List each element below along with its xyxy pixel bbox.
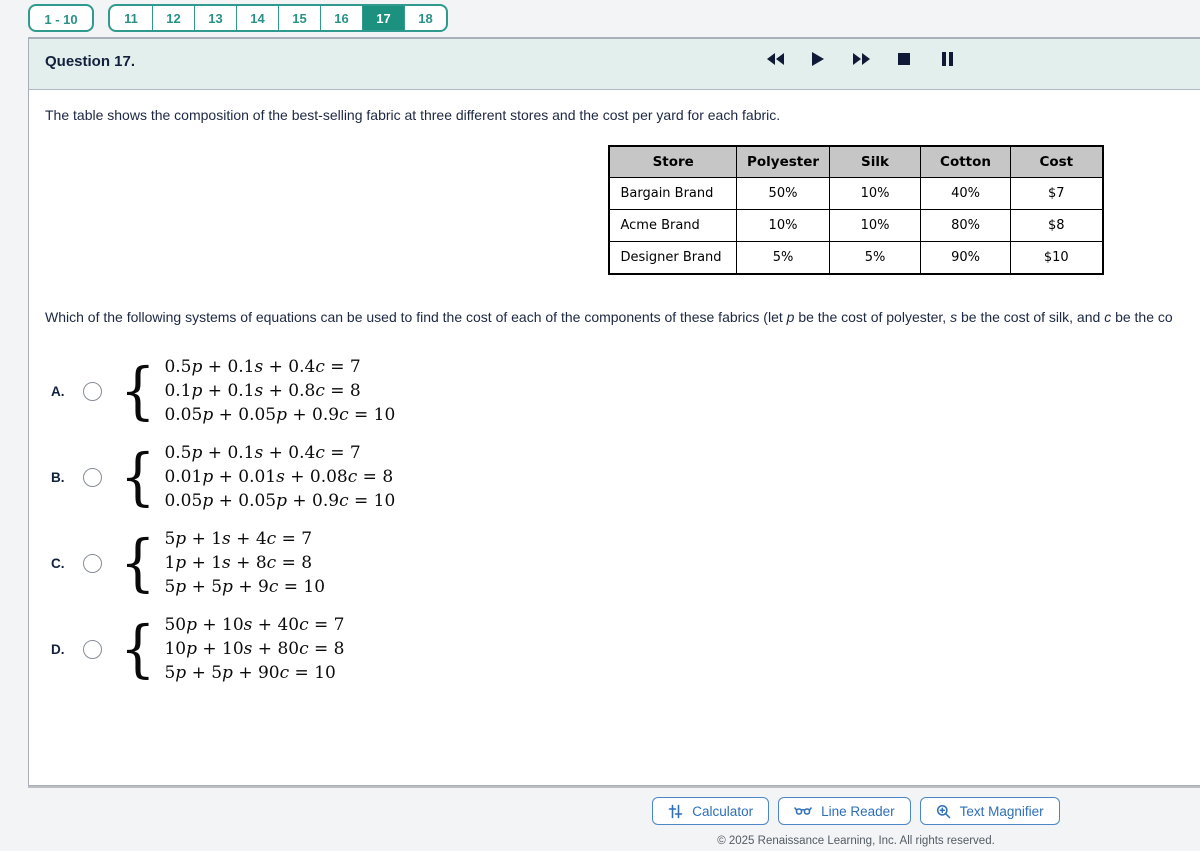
- table-row: Acme Brand 10% 10% 80% $8: [608, 209, 1104, 242]
- equation: 10p + 10s + 80c = 8: [164, 639, 345, 659]
- option-label: D.: [51, 641, 65, 657]
- line-reader-icon: [794, 805, 812, 817]
- table-header-row: Store Polyester Silk Cotton Cost: [608, 145, 1104, 178]
- tab-12[interactable]: 12: [152, 6, 194, 30]
- question-intro-text: The table shows the composition of the b…: [45, 107, 781, 123]
- tab-16[interactable]: 16: [320, 6, 362, 30]
- equation-system: { 0.5p + 0.1s + 0.4c = 7 0.01p + 0.01s +…: [118, 441, 395, 513]
- equation-system: { 50p + 10s + 40c = 7 10p + 10s + 80c = …: [118, 613, 345, 685]
- tab-1-10[interactable]: 1 - 10: [28, 4, 94, 32]
- table-cell: 50%: [735, 177, 831, 210]
- fast-forward-icon[interactable]: [852, 51, 870, 67]
- option-b-radio[interactable]: [83, 467, 102, 487]
- option-a-radio[interactable]: [83, 381, 102, 401]
- table-cell: 5%: [829, 241, 922, 275]
- option-label: B.: [51, 469, 65, 485]
- equation: 0.05p + 0.05p + 0.9c = 10: [164, 405, 396, 425]
- table-cell: 5%: [735, 241, 831, 275]
- question-header: Question 17.: [29, 39, 1200, 90]
- calculator-button[interactable]: Calculator: [652, 797, 770, 825]
- footer: Calculator Line Reader Text Magnifier © …: [28, 797, 1200, 847]
- equation: 1p + 1s + 8c = 8: [164, 553, 313, 573]
- question-body: The table shows the composition of the b…: [29, 107, 1200, 685]
- question-nav: 1 - 10 11 12 13 14 15 16 17 18: [28, 4, 448, 32]
- table-cell: $8: [1010, 209, 1104, 242]
- tab-13[interactable]: 13: [194, 6, 236, 30]
- tab-17-selected[interactable]: 17: [362, 6, 404, 30]
- tab-15[interactable]: 15: [278, 6, 320, 30]
- tab-14[interactable]: 14: [236, 6, 278, 30]
- equation: 0.5p + 0.1s + 0.4c = 7: [164, 357, 361, 377]
- table-cell: Acme Brand: [608, 209, 737, 242]
- question-panel: Question 17. The table shows the composi…: [28, 37, 1200, 786]
- question-prompt-text: Which of the following systems of equati…: [45, 309, 1173, 325]
- equation: 0.01p + 0.01s + 0.08c = 8: [164, 467, 394, 487]
- system-brace: {: [119, 526, 156, 599]
- system-brace: {: [119, 612, 156, 685]
- stop-icon[interactable]: [895, 51, 913, 67]
- answer-option-d: D. { 50p + 10s + 40c = 7 10p + 10s + 80c…: [51, 613, 1200, 685]
- calculator-icon: [668, 804, 683, 819]
- table-cell: 80%: [920, 209, 1012, 242]
- rewind-icon[interactable]: [766, 51, 784, 67]
- audio-player-controls: [766, 51, 956, 67]
- calculator-button-label: Calculator: [692, 803, 754, 819]
- system-brace: {: [119, 354, 156, 427]
- answer-option-a: A. { 0.5p + 0.1s + 0.4c = 7 0.1p + 0.1s …: [51, 355, 1200, 427]
- table-cell: $10: [1010, 241, 1104, 275]
- page: 1 - 10 11 12 13 14 15 16 17 18 Question …: [0, 0, 1200, 851]
- line-reader-button-label: Line Reader: [821, 803, 895, 819]
- table-cell: 10%: [735, 209, 831, 242]
- option-d-radio[interactable]: [83, 639, 102, 659]
- answer-option-b: B. { 0.5p + 0.1s + 0.4c = 7 0.01p + 0.01…: [51, 441, 1200, 513]
- pause-icon[interactable]: [938, 51, 956, 67]
- equation: 0.05p + 0.05p + 0.9c = 10: [164, 491, 396, 511]
- table-header-cell: Store: [608, 145, 737, 178]
- equation: 5p + 1s + 4c = 7: [164, 529, 313, 549]
- equation-system: { 5p + 1s + 4c = 7 1p + 1s + 8c = 8 5p +…: [118, 527, 325, 599]
- table-cell: $7: [1010, 177, 1104, 210]
- table-cell: Bargain Brand: [608, 177, 737, 210]
- option-c-radio[interactable]: [83, 553, 102, 573]
- table-cell: 90%: [920, 241, 1012, 275]
- table-cell: Designer Brand: [608, 241, 737, 275]
- equation: 50p + 10s + 40c = 7: [164, 615, 345, 635]
- play-icon[interactable]: [809, 51, 827, 67]
- line-reader-button[interactable]: Line Reader: [778, 797, 911, 825]
- table-cell: 10%: [829, 177, 922, 210]
- accessibility-tools: Calculator Line Reader Text Magnifier: [652, 797, 1060, 825]
- table-header-cell: Polyester: [735, 145, 831, 178]
- equation: 5p + 5p + 90c = 10: [164, 663, 336, 683]
- table-cell: 40%: [920, 177, 1012, 210]
- table-row: Bargain Brand 50% 10% 40% $7: [608, 177, 1104, 210]
- question-title: Question 17.: [45, 53, 136, 70]
- tab-18[interactable]: 18: [404, 6, 446, 30]
- answer-options: A. { 0.5p + 0.1s + 0.4c = 7 0.1p + 0.1s …: [45, 355, 1200, 685]
- copyright-text: © 2025 Renaissance Learning, Inc. All ri…: [717, 835, 995, 847]
- table-row: Designer Brand 5% 5% 90% $10: [608, 241, 1104, 275]
- answer-option-c: C. { 5p + 1s + 4c = 7 1p + 1s + 8c = 8 5…: [51, 527, 1200, 599]
- text-magnifier-icon: [936, 804, 951, 819]
- table-header-cell: Silk: [829, 145, 922, 178]
- option-label: C.: [51, 555, 65, 571]
- fabric-composition-table: Store Polyester Silk Cotton Cost Bargain…: [608, 145, 1104, 275]
- text-magnifier-button-label: Text Magnifier: [959, 803, 1044, 819]
- equation-system: { 0.5p + 0.1s + 0.4c = 7 0.1p + 0.1s + 0…: [118, 355, 395, 427]
- tab-11[interactable]: 11: [110, 6, 152, 30]
- table-header-cell: Cotton: [920, 145, 1012, 178]
- table-header-cell: Cost: [1010, 145, 1104, 178]
- equation: 5p + 5p + 9c = 10: [164, 577, 326, 597]
- text-magnifier-button[interactable]: Text Magnifier: [919, 797, 1060, 825]
- equation: 0.1p + 0.1s + 0.8c = 8: [164, 381, 361, 401]
- option-label: A.: [51, 383, 65, 399]
- system-brace: {: [119, 440, 156, 513]
- equation: 0.5p + 0.1s + 0.4c = 7: [164, 443, 361, 463]
- question-tab-group: 11 12 13 14 15 16 17 18: [108, 4, 448, 32]
- table-cell: 10%: [829, 209, 922, 242]
